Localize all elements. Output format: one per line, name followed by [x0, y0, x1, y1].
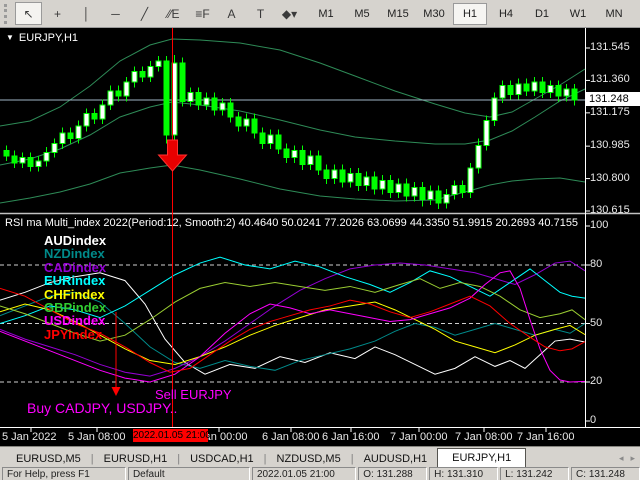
candles	[3, 55, 578, 210]
tab-audusd-h1[interactable]: AUDUSD,H1	[354, 451, 438, 468]
symbol-dropdown-icon[interactable]: ▼	[6, 33, 14, 42]
timeframe-d1-button[interactable]: D1	[525, 3, 559, 25]
status-cell-6: C: 131.248	[571, 467, 640, 480]
status-bar: For Help, press F1 Default 2022.01.05 21:0…	[0, 467, 640, 480]
tool-equidistant-channel-button[interactable]: ⁄⁄E	[160, 2, 187, 25]
symbol-label: ▼ EURJPY,H1	[6, 32, 78, 44]
legend-eurindex: EURindex	[44, 273, 106, 289]
indicator-title: RSI ma Multi_index 2022(Period:12, Smoot…	[5, 217, 579, 229]
tab-eurusd-h1[interactable]: EURUSD,H1	[94, 451, 178, 468]
status-cell-5: L: 131.242	[500, 467, 570, 480]
time-highlight-box: 2022.01.05 21:00	[133, 429, 211, 442]
timeframe-m30-button[interactable]: M30	[417, 3, 451, 25]
annotation-buy-cadjpy-usdjpy[interactable]: Buy CADJPY, USDJPY..	[27, 400, 177, 416]
toolbar-grip[interactable]	[4, 3, 10, 24]
status-cell-1: Default	[127, 467, 250, 480]
tab-scroll-arrows: ◂ ▸	[612, 453, 635, 464]
status-cell-4: H: 131.310	[429, 467, 499, 480]
legend-cadindex: CADindex	[44, 259, 107, 275]
tab-nzdusd-m5[interactable]: NZDUSD,M5	[267, 451, 351, 468]
tab-usdcad-h1[interactable]: USDCAD,H1	[180, 451, 264, 468]
tool-arrow-objects-button[interactable]: ◆▾	[276, 2, 303, 25]
chart-tab-bar: EURUSD,M5 | EURUSD,H1 | USDCAD,H1 | NZDUSD,M5 |…	[0, 446, 640, 468]
current-price-box: 131.248	[586, 92, 640, 106]
tool-text-button[interactable]: A	[218, 2, 245, 25]
tab-eurjpy-h1[interactable]: EURJPY,H1	[437, 448, 527, 468]
timeframe-h4-button[interactable]: H4	[489, 3, 523, 25]
chart-window[interactable]: ▼ EURJPY,H1 RSI ma Multi_index 2022(Perio…	[0, 28, 640, 446]
timeframe-m1-button[interactable]: M1	[309, 3, 343, 25]
status-cell-3: O: 131.288	[358, 467, 428, 480]
status-cell-0: For Help, press F1	[2, 467, 126, 480]
timeframe-w1-button[interactable]: W1	[561, 3, 595, 25]
tool-cursor-button[interactable]: ↖	[15, 2, 42, 25]
legend-nzdindex: NZDindex	[44, 246, 105, 262]
tool-fibonacci-retracement-button[interactable]: ≡F	[189, 2, 216, 25]
tool-trendline-button[interactable]: ╱	[131, 2, 158, 25]
tool-horizontal-line-button[interactable]: ─	[102, 2, 129, 25]
legend-chfindex: CHFindex	[44, 286, 105, 302]
symbol-text: EURJPY,H1	[18, 32, 79, 44]
timeframe-h1-button[interactable]: H1	[453, 3, 487, 25]
timeframe-m15-button[interactable]: M15	[381, 3, 415, 25]
toolbar-tools: ↖ + │ ─ ╱ ⁄⁄E ≡F A T ◆▾	[14, 2, 304, 25]
mt4-window: ↖ + │ ─ ╱ ⁄⁄E ≡F A T ◆▾ M1 M5 M15 M30 H1 H4 D1 W1 MN ▼ EUR…	[0, 0, 640, 480]
legend-audindex: AUDindex	[44, 233, 107, 248]
legend-jpyindex: JPYindex	[44, 326, 103, 342]
indicator-legend: AUDindex NZDindex CADindex EURindex CHFindex…	[44, 233, 107, 342]
tool-vertical-line-button[interactable]: │	[73, 2, 100, 25]
tab-scroll-left-icon[interactable]: ◂	[619, 453, 624, 463]
tool-text-label-button[interactable]: T	[247, 2, 274, 25]
tabs: EURUSD,M5 | EURUSD,H1 | USDCAD,H1 | NZDUSD,M5 |…	[6, 447, 527, 468]
legend-gbpindex: GBPindex	[44, 300, 107, 316]
timeframe-mn-button[interactable]: MN	[597, 3, 631, 25]
toolbar: ↖ + │ ─ ╱ ⁄⁄E ≡F A T ◆▾ M1 M5 M15 M30 H1 H4 D1 W1 MN	[0, 0, 640, 28]
tool-crosshair-button[interactable]: +	[44, 2, 71, 25]
timeframe-m5-button[interactable]: M5	[345, 3, 379, 25]
tab-eurusd-m5[interactable]: EURUSD,M5	[6, 451, 91, 468]
legend-usdindex: USDindex	[44, 313, 106, 329]
toolbar-timeframes: M1 M5 M15 M30 H1 H4 D1 W1 MN	[308, 3, 632, 25]
status-cell-2: 2022.01.05 21:00	[251, 467, 357, 480]
tab-scroll-right-icon[interactable]: ▸	[630, 453, 635, 463]
